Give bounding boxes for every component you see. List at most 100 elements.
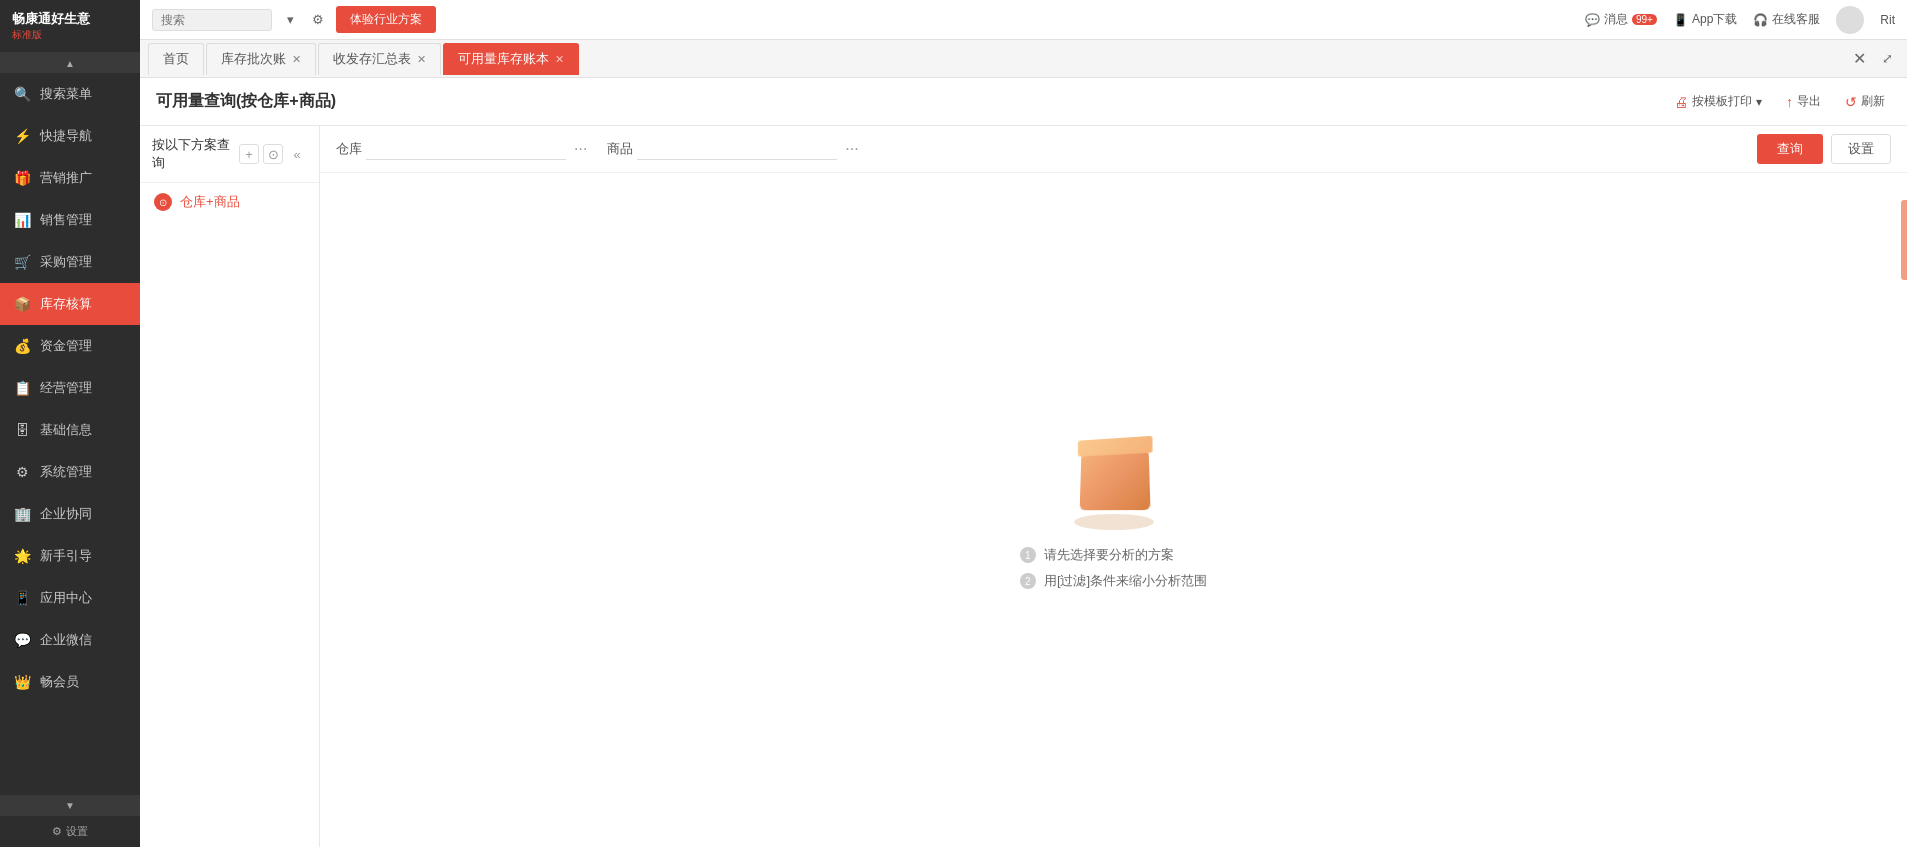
- sidebar-item-label: 库存核算: [40, 295, 92, 313]
- product-label: 商品: [607, 140, 633, 158]
- topbar-search-input[interactable]: [152, 9, 272, 31]
- basic-icon: 🗄: [12, 420, 32, 440]
- sidebar-item-basic[interactable]: 🗄 基础信息: [0, 409, 140, 451]
- page-header: 可用量查询(按仓库+商品) 🖨 按模板打印 ▾ ↑ 导出 ↺ 刷新: [140, 78, 1907, 126]
- query-bar: 仓库 ··· 商品 ··· 查询 设置: [320, 126, 1907, 173]
- purchase-icon: 🛒: [12, 252, 32, 272]
- user-avatar[interactable]: [1836, 6, 1864, 34]
- operations-icon: 📋: [12, 378, 32, 398]
- sidebar-item-search[interactable]: 🔍 搜索菜单: [0, 73, 140, 115]
- marketing-icon: 🎁: [12, 168, 32, 188]
- tab-receive-summary[interactable]: 收发存汇总表✕: [318, 43, 441, 75]
- empty-tips: 1 请先选择要分析的方案 2 用[过滤]条件来缩小分析范围: [1020, 546, 1207, 590]
- print-btn[interactable]: 🖨 按模板打印 ▾: [1668, 89, 1768, 114]
- sidebar-bottom: ⚙ 设置: [0, 815, 140, 847]
- tip-text-2: 用[过滤]条件来缩小分析范围: [1044, 572, 1207, 590]
- filter-settings-btn[interactable]: ⊙: [263, 144, 283, 164]
- tab-close-btn[interactable]: ✕: [555, 53, 564, 66]
- export-btn[interactable]: ↑ 导出: [1780, 89, 1827, 114]
- topbar-dropdown-btn[interactable]: ▾: [280, 10, 300, 30]
- topbar-gear-btn[interactable]: ⚙: [308, 10, 328, 30]
- message-btn[interactable]: 💬 消息 99+: [1585, 11, 1657, 28]
- filter-panel-title: 按以下方案查询: [152, 136, 231, 172]
- tab-close-btn[interactable]: ✕: [417, 53, 426, 66]
- sidebar-item-purchase[interactable]: 🛒 采购管理: [0, 241, 140, 283]
- online-service-btn[interactable]: 🎧 在线客服: [1753, 11, 1820, 28]
- main-area: ▾ ⚙ 体验行业方案 💬 消息 99+ 📱 App下载 🎧 在线客服 Rit 首…: [140, 0, 1907, 847]
- refresh-icon: ↺: [1845, 94, 1857, 110]
- product-more-btn[interactable]: ···: [841, 140, 862, 158]
- sidebar-item-marketing[interactable]: 🎁 营销推广: [0, 157, 140, 199]
- warehouse-input[interactable]: [366, 138, 566, 160]
- sidebar-item-enterprise[interactable]: 🏢 企业协同: [0, 493, 140, 535]
- filter-collapse-btn[interactable]: «: [287, 144, 307, 164]
- sidebar-item-label: 基础信息: [40, 421, 92, 439]
- query-settings-button[interactable]: 设置: [1831, 134, 1891, 164]
- tab-close-btn[interactable]: ✕: [292, 53, 301, 66]
- query-button[interactable]: 查询: [1757, 134, 1823, 164]
- topbar: ▾ ⚙ 体验行业方案 💬 消息 99+ 📱 App下载 🎧 在线客服 Rit: [140, 0, 1907, 40]
- wechat-icon: 💬: [12, 630, 32, 650]
- sidebar-item-label: 企业微信: [40, 631, 92, 649]
- sidebar-item-label: 企业协同: [40, 505, 92, 523]
- sidebar-item-label: 快捷导航: [40, 127, 92, 145]
- close-tab-btn[interactable]: ✕: [1847, 47, 1871, 71]
- inventory-icon: 📦: [12, 294, 32, 314]
- refresh-btn[interactable]: ↺ 刷新: [1839, 89, 1891, 114]
- sidebar-item-label: 经营管理: [40, 379, 92, 397]
- tab-batch-account[interactable]: 库存批次账✕: [206, 43, 316, 75]
- print-dropdown-icon: ▾: [1756, 95, 1762, 109]
- sidebar-item-finance[interactable]: 💰 资金管理: [0, 325, 140, 367]
- print-label: 按模板打印: [1692, 93, 1752, 110]
- sidebar-item-label: 营销推广: [40, 169, 92, 187]
- sidebar-item-inventory[interactable]: 📦 库存核算: [0, 283, 140, 325]
- phone-icon: 📱: [1673, 13, 1688, 27]
- topbar-right: 💬 消息 99+ 📱 App下载 🎧 在线客服 Rit: [1585, 6, 1895, 34]
- tab-available-qty[interactable]: 可用量库存账本 ✕: [443, 43, 579, 75]
- tab-label: 首页: [163, 50, 189, 68]
- sidebar-item-operations[interactable]: 📋 经营管理: [0, 367, 140, 409]
- sidebar: 畅康通好生意 标准版 ▲ 🔍 搜索菜单 ⚡ 快捷导航 🎁 营销推广 📊 销售管理…: [0, 0, 140, 847]
- filter-item-warehouse-product[interactable]: ⊙ 仓库+商品: [140, 183, 319, 221]
- empty-illustration: [1064, 430, 1164, 530]
- empty-state: 1 请先选择要分析的方案 2 用[过滤]条件来缩小分析范围: [320, 173, 1907, 847]
- expand-btn[interactable]: ⤢: [1875, 47, 1899, 71]
- member-icon: 👑: [12, 672, 32, 692]
- filter-panel-icons: + ⊙ «: [239, 144, 307, 164]
- app-download-btn[interactable]: 📱 App下载: [1673, 11, 1737, 28]
- sidebar-item-apps[interactable]: 📱 应用中心: [0, 577, 140, 619]
- tab-label: 可用量库存账本: [458, 50, 549, 68]
- sidebar-item-member[interactable]: 👑 畅会员: [0, 661, 140, 703]
- industry-solution-button[interactable]: 体验行业方案: [336, 6, 436, 33]
- search-icon: 🔍: [12, 84, 32, 104]
- message-badge: 99+: [1632, 14, 1657, 25]
- tip-text-1: 请先选择要分析的方案: [1044, 546, 1174, 564]
- export-icon: ↑: [1786, 94, 1793, 110]
- print-icon: 🖨: [1674, 94, 1688, 110]
- sidebar-item-newbie[interactable]: 🌟 新手引导: [0, 535, 140, 577]
- warehouse-more-btn[interactable]: ···: [570, 140, 591, 158]
- sidebar-item-shortcut[interactable]: ⚡ 快捷导航: [0, 115, 140, 157]
- sidebar-item-wechat[interactable]: 💬 企业微信: [0, 619, 140, 661]
- shortcut-icon: ⚡: [12, 126, 32, 146]
- sales-icon: 📊: [12, 210, 32, 230]
- main-content: 仓库 ··· 商品 ··· 查询 设置: [320, 126, 1907, 847]
- system-icon: ⚙: [12, 462, 32, 482]
- sidebar-item-label: 采购管理: [40, 253, 92, 271]
- sidebar-nav: 🔍 搜索菜单 ⚡ 快捷导航 🎁 营销推广 📊 销售管理 🛒 采购管理 📦 库存核…: [0, 73, 140, 795]
- content-area: 按以下方案查询 + ⊙ « ⊙ 仓库+商品 仓库 ···: [140, 126, 1907, 847]
- sidebar-item-sales[interactable]: 📊 销售管理: [0, 199, 140, 241]
- sidebar-item-system[interactable]: ⚙ 系统管理: [0, 451, 140, 493]
- sidebar-item-label: 畅会员: [40, 673, 79, 691]
- filter-panel-header: 按以下方案查询 + ⊙ «: [140, 126, 319, 183]
- enterprise-icon: 🏢: [12, 504, 32, 524]
- tab-home[interactable]: 首页: [148, 43, 204, 75]
- message-icon: 💬: [1585, 13, 1600, 27]
- sidebar-item-label: 应用中心: [40, 589, 92, 607]
- product-input[interactable]: [637, 138, 837, 160]
- sidebar-item-label: 资金管理: [40, 337, 92, 355]
- sidebar-scroll-down[interactable]: ▼: [0, 795, 140, 815]
- sidebar-scroll-up[interactable]: ▲: [0, 53, 140, 73]
- filter-add-btn[interactable]: +: [239, 144, 259, 164]
- warehouse-field: 仓库 ···: [336, 138, 591, 160]
